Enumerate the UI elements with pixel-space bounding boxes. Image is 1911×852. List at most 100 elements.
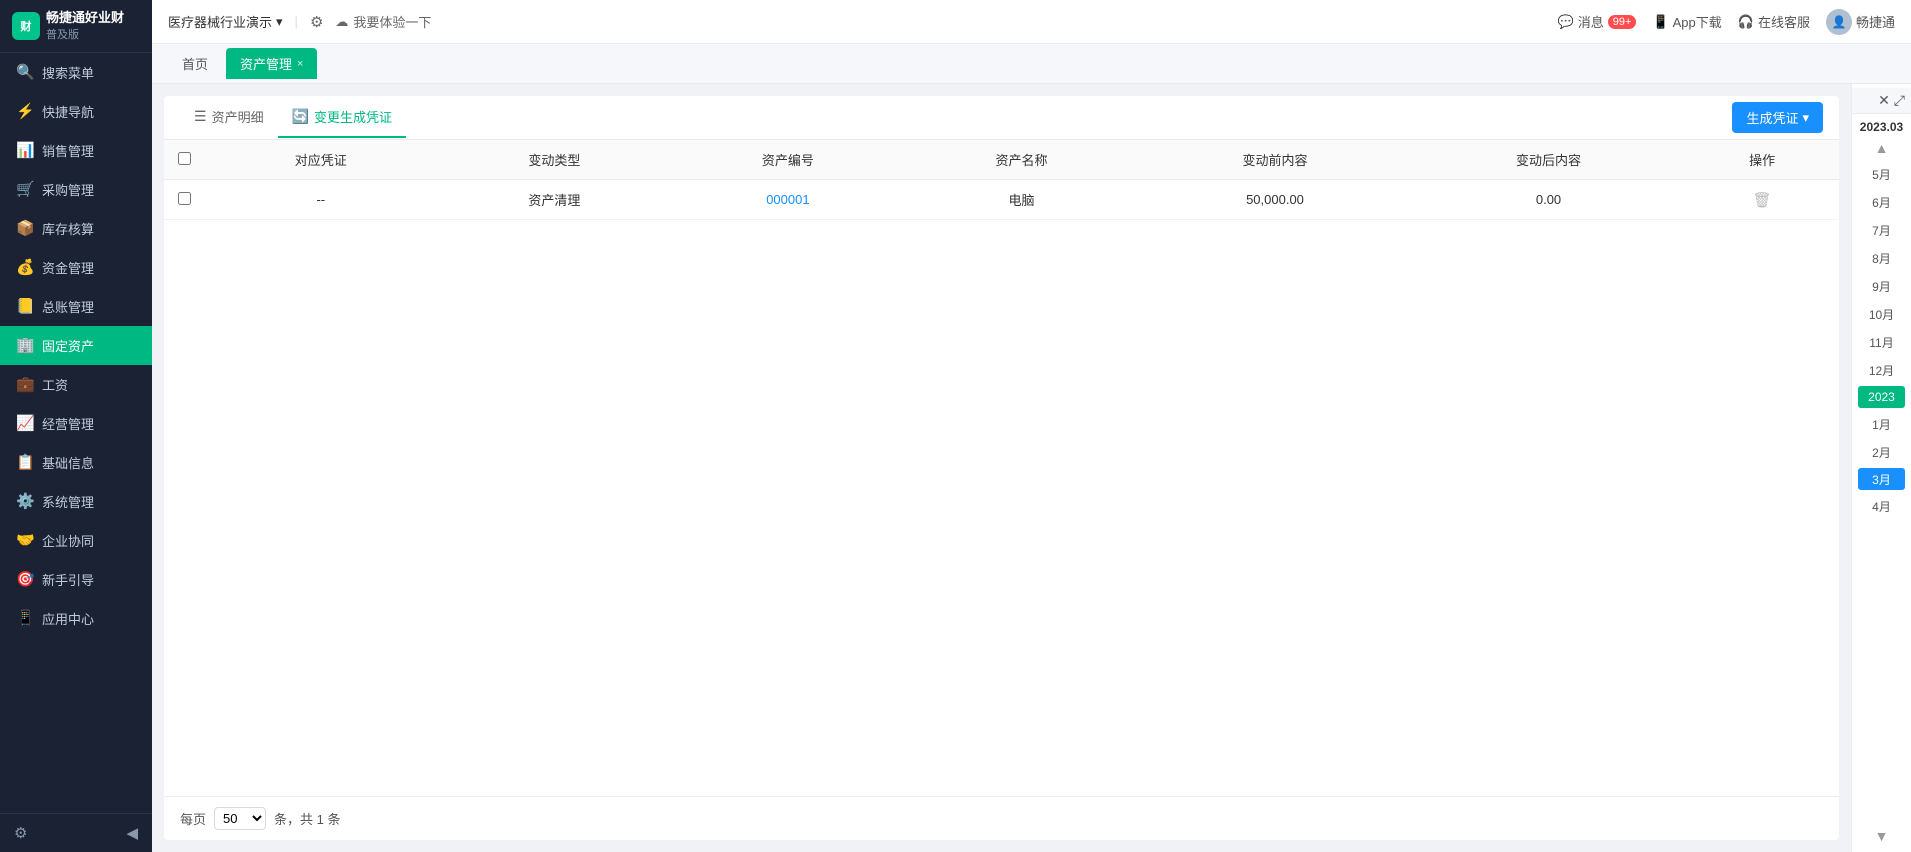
data-table: 对应凭证 变动类型 资产编号 资产名称 变动前内容 变动后内容 操作 -- [164,140,1839,220]
sidebar-item-label-ledger: 总账管理 [42,297,94,316]
table-body: -- 资产清理 000001 电脑 50,000.00 0.00 🗑 [164,180,1839,220]
sidebar-item-enterprise[interactable]: 🤝企业协同 [0,521,152,560]
ledger-icon: 📒 [16,297,34,315]
search-icon: 🔍 [16,63,34,81]
experience-btn[interactable]: ☁ 我要体验一下 [335,12,431,31]
settings-icon[interactable]: ⚙ [14,824,27,842]
rp-month-8月[interactable]: 8月 [1852,244,1911,272]
sidebar-item-basicinfo[interactable]: 📋基础信息 [0,443,152,482]
per-page-select[interactable]: 10 20 50 100 [214,807,266,830]
rp-nav-down[interactable]: ▼ [1875,824,1889,848]
col-operation: 操作 [1685,140,1839,180]
cell-asset-name: 电脑 [905,180,1139,220]
sidebar-item-purchase[interactable]: 🛒采购管理 [0,170,152,209]
sidebar-item-sysmanage[interactable]: ⚙️系统管理 [0,482,152,521]
settings-gear-icon[interactable]: ⚙ [310,13,323,31]
sidebar-item-label-quicknav: 快捷导航 [42,102,94,121]
sidebar-item-fund[interactable]: 💰资金管理 [0,248,152,287]
sidebar-item-label-operation: 经营管理 [42,414,94,433]
sidebar-item-fixedasset[interactable]: 🏢 固定资产 [0,326,152,365]
sales-icon: 📊 [16,141,34,159]
inventory-icon: 📦 [16,219,34,237]
tab-asset-label: 资产管理 [240,54,292,73]
sidebar-item-appcenter[interactable]: 📱应用中心 [0,599,152,638]
select-all-checkbox[interactable] [178,152,191,165]
message-icon: 💬 [1558,14,1574,30]
sidebar-item-search[interactable]: 🔍搜索菜单 [0,53,152,92]
message-btn[interactable]: 💬 消息 99+ [1558,12,1637,31]
sidebar-item-quicknav[interactable]: ⚡快捷导航 [0,92,152,131]
col-after-change: 变动后内容 [1412,140,1686,180]
header-sep: | [295,14,298,29]
enterprise-icon: 🤝 [16,531,34,549]
sidebar-item-wage[interactable]: 💼工资 [0,365,152,404]
rp-month-11月[interactable]: 11月 [1852,328,1911,356]
tab-change-voucher[interactable]: 🔄 变更生成凭证 [278,97,406,138]
rp-close-icon[interactable]: ✕ [1878,92,1890,109]
operation-icon: 📈 [16,414,34,432]
sysmanage-icon: ⚙️ [16,492,34,510]
change-icon: 🔄 [292,108,309,125]
generate-voucher-label: 生成凭证 [1746,108,1798,127]
rp-month-4月[interactable]: 4月 [1852,492,1911,520]
sidebar-item-ledger[interactable]: 📒 总账管理 [0,287,152,326]
message-badge: 99+ [1608,15,1637,29]
rp-month-5月[interactable]: 5月 [1852,160,1911,188]
sidebar-item-guide[interactable]: 🎯新手引导 [0,560,152,599]
sidebar-item-operation[interactable]: 📈 经营管理 [0,404,152,443]
generate-voucher-btn[interactable]: 生成凭证 ▾ [1732,102,1823,133]
sidebar-item-sales[interactable]: 📊销售管理 [0,131,152,170]
company-selector[interactable]: 医疗器械行业演示 ▾ [168,12,283,31]
delete-icon[interactable]: 🗑 [1753,192,1772,209]
app-download-label: App下载 [1673,12,1722,31]
tab-asset-detail[interactable]: ☰ 资产明细 [180,97,278,138]
rp-month-10月[interactable]: 10月 [1852,300,1911,328]
rp-month-6月[interactable]: 6月 [1852,188,1911,216]
tab-bar: 首页 资产管理 × [152,44,1911,84]
sidebar-nav: 🔍搜索菜单⚡快捷导航📊销售管理🛒采购管理📦库存核算💰资金管理 📒 总账管理 🏢 固定资产… [0,53,152,813]
app-download-btn[interactable]: 📱 App下载 [1652,12,1721,31]
rp-month-3月[interactable]: 3月 [1858,468,1905,490]
generate-voucher-arrow: ▾ [1802,110,1809,126]
content-area: ☰ 资产明细 🔄 变更生成凭证 生成凭证 ▾ [152,84,1911,852]
rp-year-marker[interactable]: 2023 [1858,386,1905,408]
sidebar-item-inventory[interactable]: 📦库存核算 [0,209,152,248]
rp-nav-up[interactable]: ▲ [1875,136,1889,160]
home-label: 首页 [182,57,208,72]
message-label: 消息 [1578,12,1604,31]
rp-month-7月[interactable]: 7月 [1852,216,1911,244]
experience-label: 我要体验一下 [353,12,431,31]
header-right: 💬 消息 99+ 📱 App下载 🎧 在线客服 👤 畅捷通 [1558,9,1895,35]
collapse-icon[interactable]: ◀ [126,824,138,842]
guide-icon: 🎯 [16,570,34,588]
online-support-btn[interactable]: 🎧 在线客服 [1738,12,1810,31]
wage-icon: 💼 [16,375,34,393]
company-name: 医疗器械行业演示 [168,12,272,31]
table-row: -- 资产清理 000001 电脑 50,000.00 0.00 🗑 [164,180,1839,220]
inner-tab-bar: ☰ 资产明细 🔄 变更生成凭证 生成凭证 ▾ [164,96,1839,140]
col-asset-code: 资产编号 [671,140,905,180]
rp-month-12月[interactable]: 12月 [1852,356,1911,384]
tab-asset-management[interactable]: 资产管理 × [226,48,317,79]
cell-after-change: 0.00 [1412,180,1686,220]
cell-asset-code: 000001 [671,180,905,220]
rp-months: 5月6月7月8月9月10月11月12月20231月2月3月4月 [1852,160,1911,824]
app-subtitle: 普及版 [46,26,124,42]
per-page-label: 每页 [180,809,206,828]
user-info[interactable]: 👤 畅捷通 [1826,9,1895,35]
fixedasset-icon: 🏢 [16,336,34,354]
total-label: 条，共 1 条 [274,809,340,828]
table-wrap: 对应凭证 变动类型 资产编号 资产名称 变动前内容 变动后内容 操作 -- [164,140,1839,796]
rp-month-9月[interactable]: 9月 [1852,272,1911,300]
table-header-row: 对应凭证 变动类型 资产编号 资产名称 变动前内容 变动后内容 操作 [164,140,1839,180]
tab-home[interactable]: 首页 [168,48,222,79]
rp-month-1月[interactable]: 1月 [1852,410,1911,438]
sidebar-item-label-fixedasset: 固定资产 [42,336,94,355]
logo-icon: 财 [12,12,40,40]
tab-close-icon[interactable]: × [297,58,303,70]
row-checkbox-0[interactable] [178,192,191,205]
rp-expand-icon[interactable]: ⤢ [1894,92,1905,109]
col-corresponding-voucher: 对应凭证 [204,140,438,180]
rp-month-2月[interactable]: 2月 [1852,438,1911,466]
sidebar-item-label-appcenter: 应用中心 [42,609,94,628]
